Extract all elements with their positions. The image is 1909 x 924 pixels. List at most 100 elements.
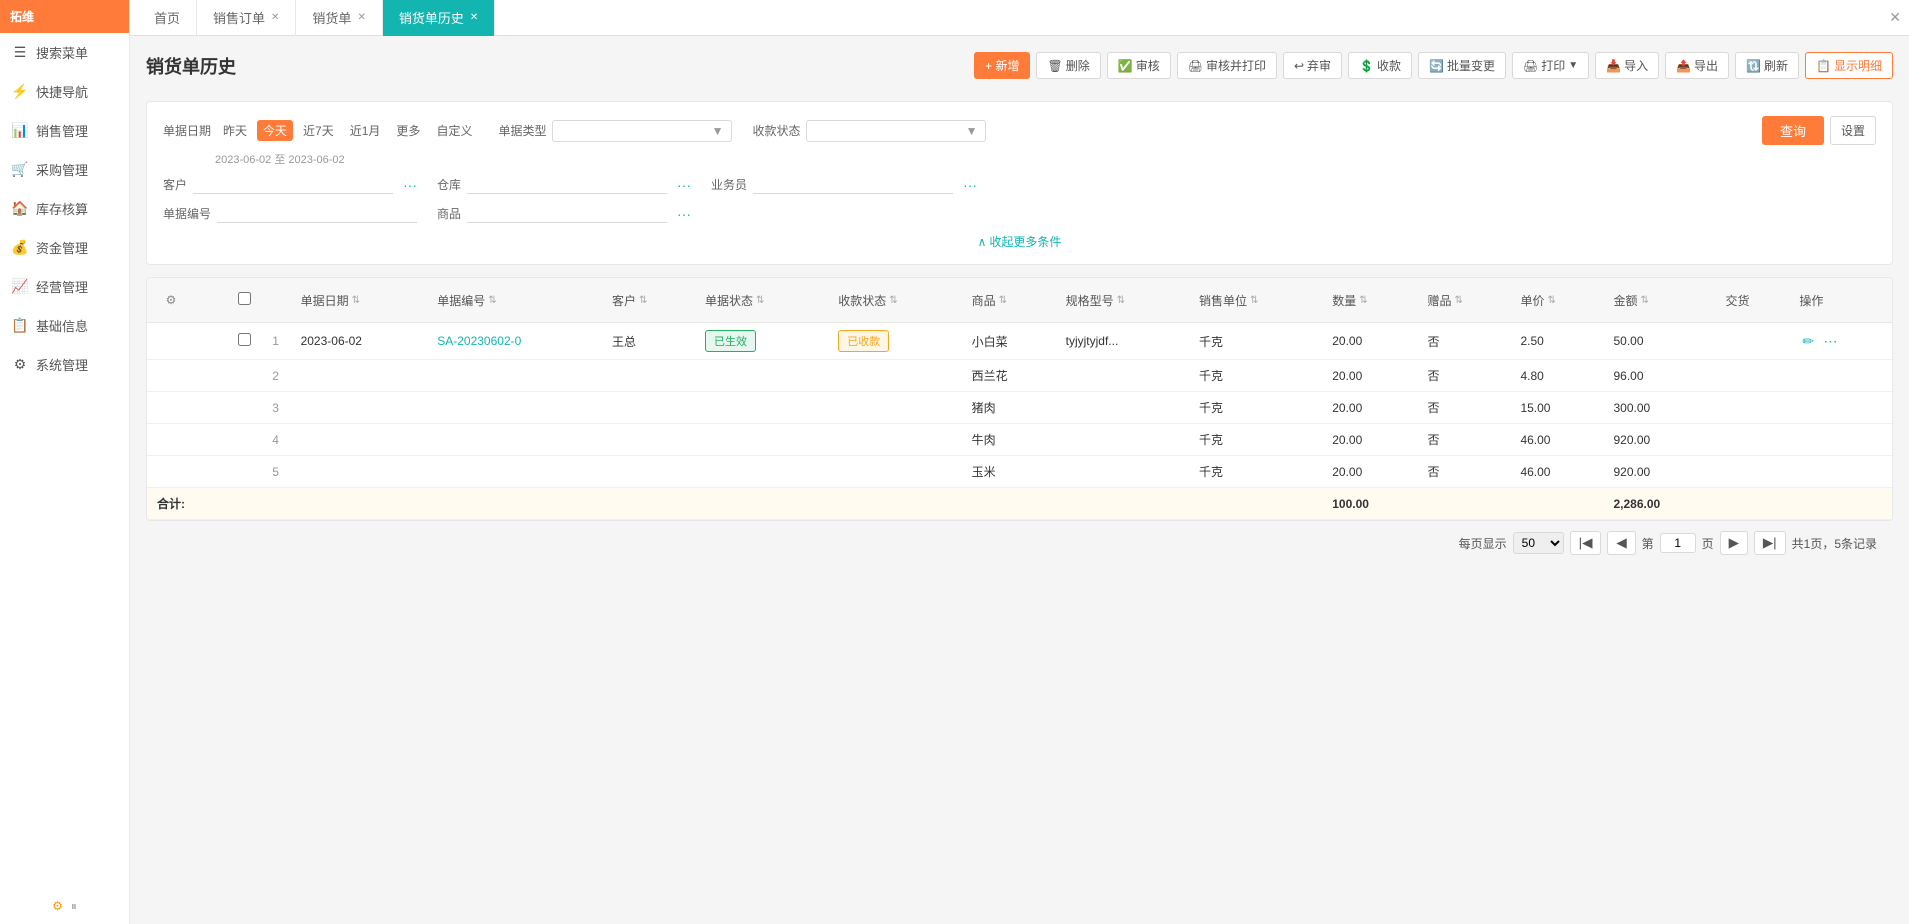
- th-customer[interactable]: 客户 ⇅: [602, 278, 695, 323]
- audit-print-button[interactable]: 🖨 审核并打印: [1177, 52, 1277, 79]
- page-number-input[interactable]: [1660, 533, 1696, 553]
- date-btn-7days[interactable]: 近7天: [297, 120, 340, 141]
- row-docstatus-4: [695, 424, 828, 456]
- more-icon-1[interactable]: ⋯: [1823, 333, 1837, 349]
- row-docno-1[interactable]: SA-20230602-0: [427, 323, 602, 360]
- audit-button[interactable]: ✅ 审核: [1107, 52, 1171, 79]
- row-docno-5: [427, 456, 602, 488]
- delete-icon: 🗑: [1047, 59, 1062, 73]
- first-page-button[interactable]: |◀: [1570, 531, 1602, 555]
- tab-sales-history[interactable]: 销货单历史 ✕: [383, 0, 495, 36]
- sidebar-item-label: 基础信息: [36, 316, 88, 335]
- th-sales-unit[interactable]: 销售单位 ⇅: [1189, 278, 1322, 323]
- row-salesunit-4: 千克: [1189, 424, 1322, 456]
- staff-input[interactable]: [753, 175, 953, 194]
- tab-sales-goods[interactable]: 销货单 ✕: [296, 0, 382, 36]
- collect-status-label: 收款状态: [752, 122, 800, 139]
- th-gift[interactable]: 赠品 ⇅: [1417, 278, 1510, 323]
- summary-unitprice-empty: [1510, 488, 1603, 520]
- prev-page-button[interactable]: ◀: [1607, 531, 1635, 555]
- tab-sales-order-close[interactable]: ✕: [271, 12, 279, 23]
- next-page-button[interactable]: ▶: [1720, 531, 1748, 555]
- sidebar-gear-icon[interactable]: ⚙: [52, 899, 63, 914]
- date-btn-today[interactable]: 今天: [257, 120, 293, 141]
- query-button[interactable]: 查询: [1762, 116, 1824, 145]
- th-doc-no[interactable]: 单据编号 ⇅: [427, 278, 602, 323]
- th-collect-status[interactable]: 收款状态 ⇅: [828, 278, 961, 323]
- date-btn-more[interactable]: 更多: [390, 120, 426, 141]
- sidebar-item-operations[interactable]: 📈 经营管理: [0, 267, 129, 306]
- sidebar-item-label: 搜索菜单: [36, 43, 88, 62]
- goods-dots-icon[interactable]: ···: [677, 206, 691, 222]
- tab-home[interactable]: 首页: [138, 0, 197, 36]
- sort-date-icon: ⇅: [352, 295, 360, 306]
- warehouse-input[interactable]: [467, 175, 667, 194]
- th-goods[interactable]: 商品 ⇅: [962, 278, 1056, 323]
- export-button[interactable]: 📤 导出: [1665, 52, 1729, 79]
- pagination: 每页显示 50 100 |◀ ◀ 第 页 ▶ ▶| 共1页，5条记录: [146, 521, 1893, 565]
- sort-amount-icon: ⇅: [1640, 295, 1648, 306]
- row-unitprice-1: 2.50: [1510, 323, 1603, 360]
- row-action-3: [1789, 392, 1892, 424]
- collect-button[interactable]: 💲 收款: [1348, 52, 1412, 79]
- table-body: 1 2023-06-02 SA-20230602-0 王总 已生效 已收款 小白…: [147, 323, 1892, 520]
- customer-dots-icon[interactable]: ···: [403, 177, 417, 193]
- sidebar-pause-icon[interactable]: ⏸: [71, 899, 77, 914]
- last-page-button[interactable]: ▶|: [1754, 531, 1786, 555]
- import-button[interactable]: 📥 导入: [1595, 52, 1659, 79]
- row-date-1: 2023-06-02: [291, 323, 428, 360]
- sidebar-item-search-menu[interactable]: ☰ 搜索菜单: [0, 33, 129, 72]
- th-qty[interactable]: 数量 ⇅: [1322, 278, 1417, 323]
- tab-sales-history-close[interactable]: ✕: [470, 12, 478, 23]
- doc-no-input[interactable]: [217, 204, 417, 223]
- show-detail-button[interactable]: 📋 显示明细: [1805, 52, 1893, 79]
- date-btn-yesterday[interactable]: 昨天: [217, 120, 253, 141]
- select-all-checkbox[interactable]: [238, 292, 251, 305]
- doc-type-select[interactable]: ▼: [552, 120, 732, 142]
- per-page-select[interactable]: 50 100: [1513, 532, 1564, 554]
- table-gear-icon[interactable]: ⚙: [157, 286, 185, 314]
- sidebar-item-quick-nav[interactable]: ⚡ 快捷导航: [0, 72, 129, 111]
- tabs-close-all[interactable]: ✕: [1889, 9, 1901, 26]
- delete-button[interactable]: 🗑 删除: [1036, 52, 1100, 79]
- staff-dots-icon[interactable]: ···: [963, 177, 977, 193]
- print-button[interactable]: 🖨 打印 ▼: [1512, 52, 1589, 79]
- basic-info-icon: 📋: [12, 318, 28, 334]
- customer-input[interactable]: [193, 175, 393, 194]
- date-btn-custom[interactable]: 自定义: [430, 120, 478, 141]
- batch-change-button[interactable]: 🔄 批量变更: [1418, 52, 1506, 79]
- sidebar-item-label: 采购管理: [36, 160, 88, 179]
- new-button[interactable]: + 新增: [974, 52, 1030, 79]
- row-1-checkbox[interactable]: [238, 333, 251, 346]
- sidebar-item-finance[interactable]: 💰 资金管理: [0, 228, 129, 267]
- tab-sales-goods-close[interactable]: ✕: [357, 12, 365, 23]
- page-content: 销货单历史 + 新增 🗑 删除 ✅ 审核 🖨 审核并打印 ↩ 弃审: [130, 36, 1909, 924]
- th-amount[interactable]: 金额 ⇅: [1603, 278, 1715, 323]
- th-doc-status[interactable]: 单据状态 ⇅: [695, 278, 828, 323]
- abandon-button[interactable]: ↩ 弃审: [1283, 52, 1342, 79]
- row-unitprice-5: 46.00: [1510, 456, 1603, 488]
- sidebar-item-purchase-mgmt[interactable]: 🛒 采购管理: [0, 150, 129, 189]
- warehouse-dots-icon[interactable]: ···: [677, 177, 691, 193]
- system-icon: ⚙: [12, 357, 28, 373]
- th-date[interactable]: 单据日期 ⇅: [291, 278, 428, 323]
- tab-sales-order[interactable]: 销售订单 ✕: [197, 0, 296, 36]
- sidebar-item-inventory[interactable]: 🏠 库存核算: [0, 189, 129, 228]
- goods-input[interactable]: [467, 204, 667, 223]
- edit-icon-1[interactable]: ✏: [1802, 333, 1814, 349]
- collapse-button[interactable]: ∧ 收起更多条件: [163, 233, 1876, 250]
- refresh-button[interactable]: 🔃 刷新: [1735, 52, 1799, 79]
- settings-button[interactable]: 设置: [1830, 116, 1876, 145]
- row-spectype-1: tyjyjtyjdf...: [1056, 323, 1189, 360]
- collect-icon: 💲: [1359, 59, 1374, 73]
- row-qty-1: 20.00: [1322, 323, 1417, 360]
- th-spec-type[interactable]: 规格型号 ⇅: [1056, 278, 1189, 323]
- date-btn-1month[interactable]: 近1月: [344, 120, 387, 141]
- row-amount-2: 96.00: [1603, 360, 1715, 392]
- audit-icon: ✅: [1118, 59, 1133, 73]
- th-unit-price[interactable]: 单价 ⇅: [1510, 278, 1603, 323]
- sidebar-item-system-mgmt[interactable]: ⚙ 系统管理: [0, 345, 129, 384]
- collect-status-select[interactable]: ▼: [806, 120, 986, 142]
- sidebar-item-sales-mgmt[interactable]: 📊 销售管理: [0, 111, 129, 150]
- sidebar-item-basic-info[interactable]: 📋 基础信息: [0, 306, 129, 345]
